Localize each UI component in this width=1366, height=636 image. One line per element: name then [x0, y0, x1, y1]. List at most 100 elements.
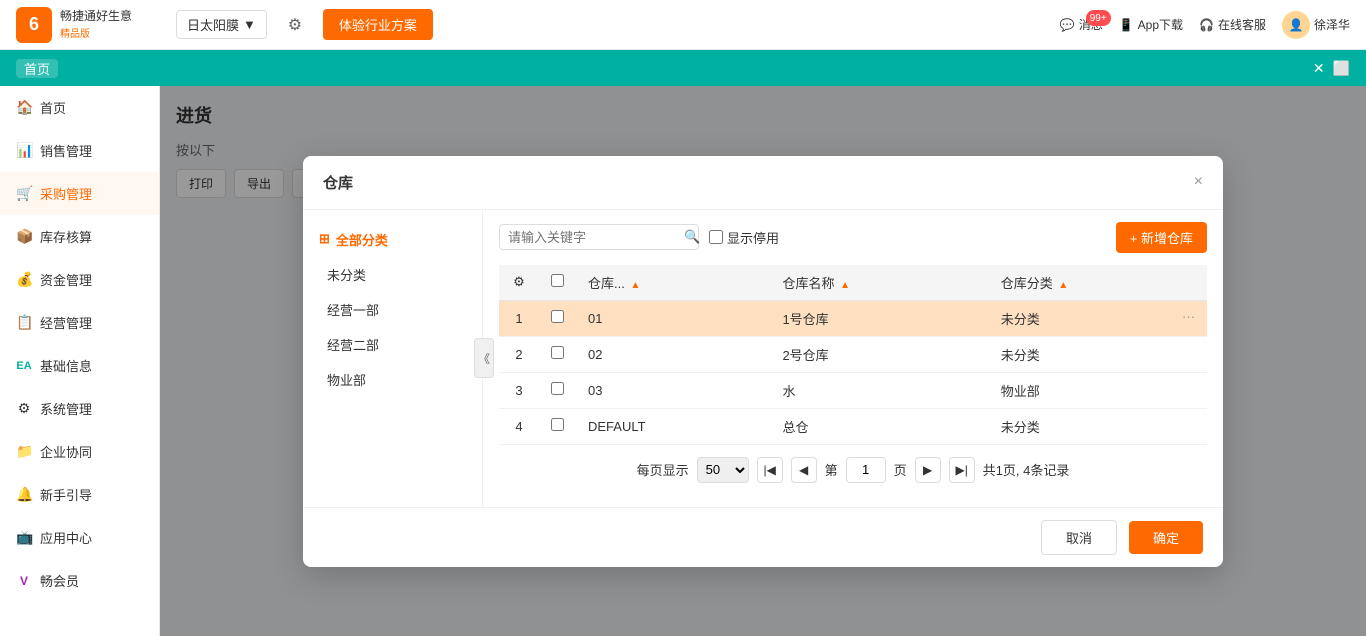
category-label: 未分类 — [327, 268, 366, 283]
category-item-dept1[interactable]: 经营一部 — [303, 292, 482, 327]
sidebar-item-guide[interactable]: 🔔 新手引导 — [0, 473, 159, 516]
warehouse-table: ⚙ 仓库... ▲ — [499, 265, 1207, 445]
gear-button[interactable]: ⚙ — [279, 9, 311, 41]
col-category-label: 仓库分类 — [1001, 276, 1053, 291]
row-checkbox[interactable] — [551, 310, 564, 323]
category-collapse-button[interactable]: 《 — [474, 338, 494, 378]
row-name: 1号仓库 — [770, 300, 988, 336]
add-warehouse-button[interactable]: + 新增仓库 — [1116, 222, 1207, 253]
sales-icon: 📊 — [16, 142, 32, 159]
category-all[interactable]: ⊞ 全部分类 — [303, 222, 482, 257]
total-info: 共1页, 4条记录 — [983, 460, 1070, 479]
col-name-label: 仓库名称 — [782, 276, 834, 291]
sort-icon-name: ▲ — [840, 280, 850, 291]
category-item-unclassified[interactable]: 未分类 — [303, 257, 482, 292]
table-row[interactable]: 1 01 1号仓库 未分类 ··· — [499, 300, 1207, 336]
last-page-button[interactable]: ▶| — [949, 457, 975, 483]
sidebar-item-finance[interactable]: 💰 资金管理 — [0, 258, 159, 301]
second-nav-home[interactable]: 首页 — [16, 59, 58, 78]
page-input[interactable] — [846, 457, 886, 483]
pagination: 每页显示 50 10 20 100 |◀ ◀ 第 页 — [499, 445, 1207, 495]
page-suffix: 页 — [894, 460, 907, 479]
confirm-button[interactable]: 确定 — [1129, 521, 1203, 554]
sidebar-item-apps[interactable]: 📺 应用中心 — [0, 516, 159, 559]
content-area: 进货 按以下 打印 导出 刷新 查询 设置 仓库 × — [160, 86, 1366, 636]
table-row[interactable]: 2 02 2号仓库 未分类 — [499, 336, 1207, 372]
row-name: 总仓 — [770, 408, 988, 444]
inventory-icon: 📦 — [16, 228, 32, 245]
sidebar-item-enterprise[interactable]: 📁 企业协同 — [0, 430, 159, 473]
table-toolbar: 🔍 显示停用 + 新增仓库 — [499, 222, 1207, 253]
headset-icon: 🎧 — [1199, 18, 1214, 32]
first-page-button[interactable]: |◀ — [757, 457, 783, 483]
modal-title: 仓库 — [323, 172, 353, 193]
sidebar-item-home[interactable]: 🏠 首页 — [0, 86, 159, 129]
nav-expand-button[interactable]: ⬜ — [1333, 60, 1350, 77]
logo-text: 畅捷通好生意 — [60, 9, 132, 25]
modal-overlay: 仓库 × ⊞ 全部分类 未分类 经营一 — [160, 86, 1366, 636]
search-icon[interactable]: 🔍 — [684, 229, 700, 245]
category-item-dept2[interactable]: 经营二部 — [303, 327, 482, 362]
row-checkbox[interactable] — [551, 346, 564, 359]
sidebar-item-operations[interactable]: 📋 经营管理 — [0, 301, 159, 344]
sidebar-label-basic-info: 基础信息 — [40, 356, 92, 375]
header-mid: 日太阳膜 ▼ ⚙ 体验行业方案 — [176, 9, 1060, 41]
row-checkbox[interactable] — [551, 382, 564, 395]
row-index: 4 — [499, 408, 539, 444]
main-layout: 🏠 首页 📊 销售管理 🛒 采购管理 📦 库存核算 💰 资金管理 📋 经营管理 … — [0, 86, 1366, 636]
search-input[interactable] — [508, 230, 684, 245]
table-row[interactable]: 3 03 水 物业部 — [499, 372, 1207, 408]
sidebar-item-sales[interactable]: 📊 销售管理 — [0, 129, 159, 172]
row-more-button[interactable]: ··· — [1182, 309, 1195, 324]
app-download-item[interactable]: 📱 App下载 — [1119, 16, 1183, 33]
phone-icon: 📱 — [1119, 18, 1134, 32]
logo-area: 6 畅捷通好生意 精品版 — [16, 7, 176, 43]
home-icon: 🏠 — [16, 99, 32, 116]
next-page-button[interactable]: ▶ — [915, 457, 941, 483]
show-disabled-checkbox[interactable] — [709, 230, 723, 244]
cancel-button[interactable]: 取消 — [1041, 520, 1117, 555]
sidebar-label-apps: 应用中心 — [40, 528, 92, 547]
nav-close-button[interactable]: ✕ — [1313, 60, 1325, 77]
table-panel: 🔍 显示停用 + 新增仓库 — [483, 210, 1223, 507]
chevron-down-icon: ▼ — [243, 17, 256, 32]
show-disabled-wrap: 显示停用 — [709, 228, 779, 247]
prev-page-button[interactable]: ◀ — [791, 457, 817, 483]
app-download-label: App下载 — [1138, 16, 1183, 33]
category-label: 物业部 — [327, 373, 366, 388]
user-item[interactable]: 👤 徐泽华 — [1282, 11, 1350, 39]
category-label: 经营二部 — [327, 338, 379, 353]
sidebar-item-inventory[interactable]: 📦 库存核算 — [0, 215, 159, 258]
message-item[interactable]: 💬 消息 99+ — [1060, 16, 1103, 33]
online-service-item[interactable]: 🎧 在线客服 — [1199, 16, 1266, 33]
trial-button[interactable]: 体验行业方案 — [323, 9, 433, 40]
row-category: 未分类 — [989, 336, 1207, 372]
online-service-label: 在线客服 — [1218, 16, 1266, 33]
sidebar-item-purchase[interactable]: 🛒 采购管理 — [0, 172, 159, 215]
logo-icon: 6 — [16, 7, 52, 43]
sidebar-label-operations: 经营管理 — [40, 313, 92, 332]
top-header: 6 畅捷通好生意 精品版 日太阳膜 ▼ ⚙ 体验行业方案 💬 消息 99+ 📱 … — [0, 0, 1366, 50]
sidebar-item-member[interactable]: V 畅会员 — [0, 559, 159, 602]
per-page-label: 每页显示 — [637, 460, 689, 479]
table-row[interactable]: 4 DEFAULT 总仓 未分类 — [499, 408, 1207, 444]
row-index: 2 — [499, 336, 539, 372]
sidebar-item-system[interactable]: ⚙ 系统管理 — [0, 387, 159, 430]
table-head: ⚙ 仓库... ▲ — [499, 265, 1207, 301]
modal-close-button[interactable]: × — [1194, 173, 1203, 191]
modal-footer: 取消 确定 — [303, 507, 1223, 567]
row-checkbox[interactable] — [551, 418, 564, 431]
row-category: 未分类 ··· — [989, 300, 1207, 336]
branch-selector[interactable]: 日太阳膜 ▼ — [176, 10, 267, 39]
category-panel: ⊞ 全部分类 未分类 经营一部 经营二部 物业部 — [303, 210, 483, 507]
operations-icon: 📋 — [16, 314, 32, 331]
second-nav: 首页 ✕ ⬜ — [0, 50, 1366, 86]
category-item-property[interactable]: 物业部 — [303, 362, 482, 397]
select-all-checkbox[interactable] — [551, 274, 564, 287]
sidebar-item-basic-info[interactable]: EA 基础信息 — [0, 344, 159, 387]
finance-icon: 💰 — [16, 271, 32, 288]
modal-header: 仓库 × — [303, 156, 1223, 210]
row-checkbox-cell — [539, 372, 576, 408]
row-code: 01 — [576, 300, 770, 336]
per-page-select[interactable]: 50 10 20 100 — [697, 457, 749, 483]
